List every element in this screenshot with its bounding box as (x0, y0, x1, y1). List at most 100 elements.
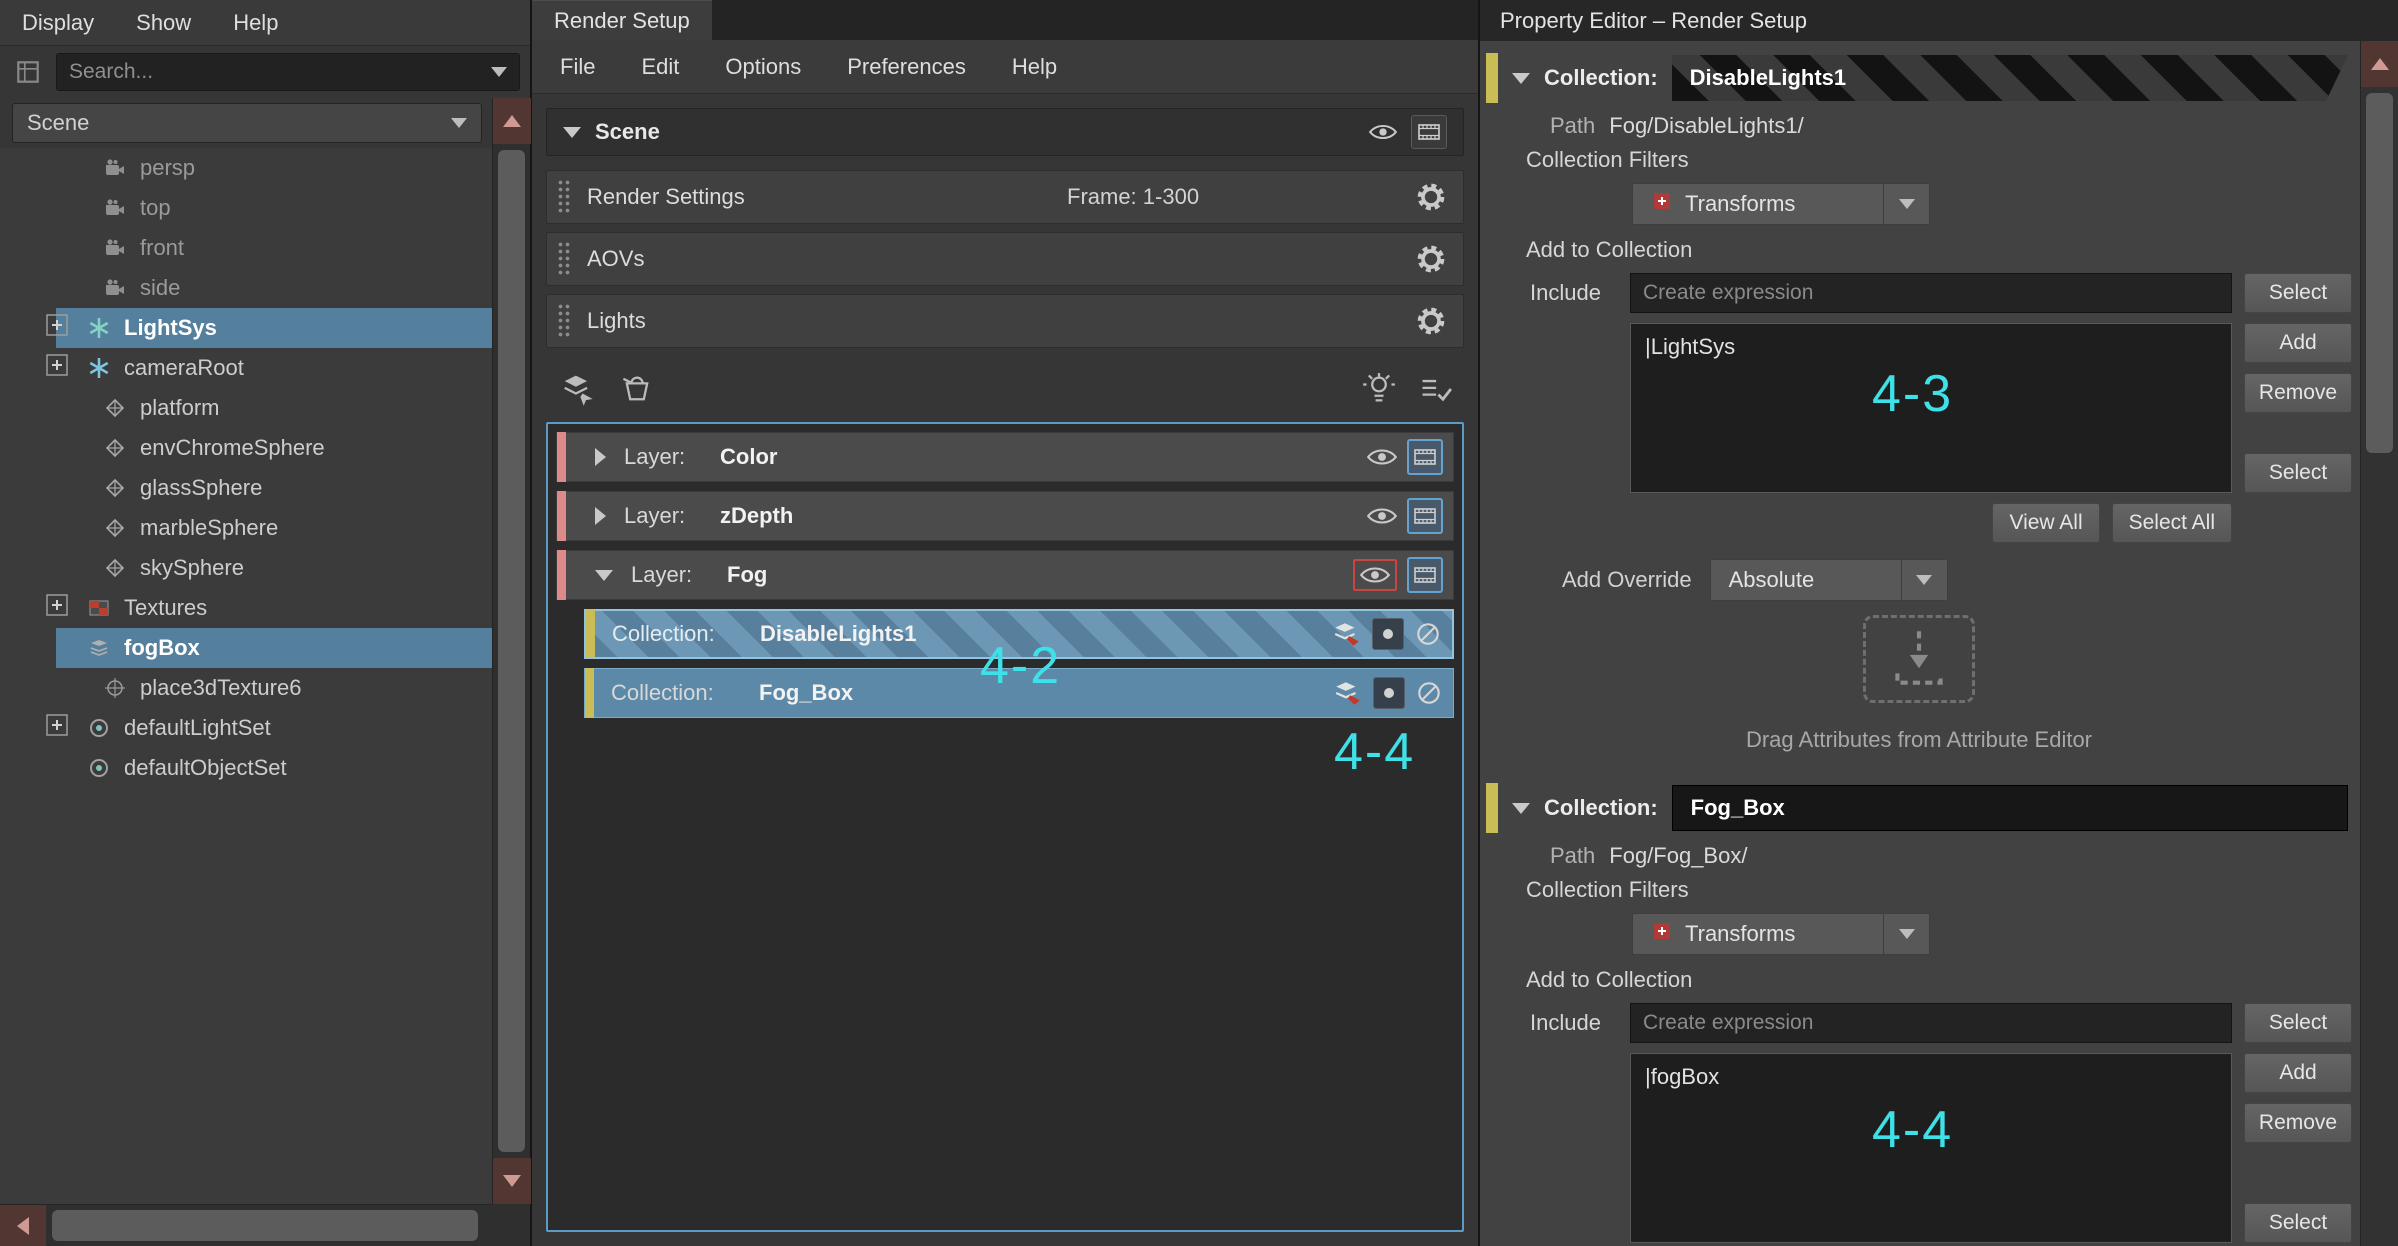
tree-item-cameraroot[interactable]: cameraRoot (0, 348, 492, 388)
menu-display[interactable]: Display (22, 10, 94, 36)
expression-input[interactable] (1630, 1003, 2232, 1043)
collection-name-field[interactable]: Fog_Box (1671, 785, 2348, 831)
scrollbar-thumb[interactable] (52, 1210, 478, 1241)
layer-row-zdepth[interactable]: Layer: zDepth (556, 491, 1454, 541)
create-collection-icon[interactable] (620, 372, 654, 406)
scroll-up-icon[interactable] (493, 98, 531, 144)
add-button[interactable]: Add (2244, 323, 2352, 363)
visible-layer-highlight[interactable] (1353, 559, 1397, 591)
collapse-arrow-icon[interactable] (563, 126, 581, 138)
drag-handle-icon[interactable] (557, 241, 571, 277)
menu-help[interactable]: Help (233, 10, 278, 36)
expand-plus-icon[interactable] (46, 314, 68, 342)
filter-type-dropdown[interactable]: Transforms (1632, 913, 1930, 955)
tree-item-textures[interactable]: Textures (0, 588, 492, 628)
tree-item-envchromesphere[interactable]: envChromeSphere (0, 428, 492, 468)
tree-item-skysphere[interactable]: skySphere (0, 548, 492, 588)
scrollbar-thumb[interactable] (498, 150, 525, 1152)
render-layer-icon[interactable] (1333, 680, 1363, 706)
view-all-button[interactable]: View All (1992, 503, 2100, 543)
list-item[interactable]: |fogBox (1645, 1064, 2217, 1090)
tree-item-defaultobjectset[interactable]: defaultObjectSet (0, 748, 492, 788)
isolate-icon[interactable] (1414, 620, 1442, 648)
checklist-icon[interactable] (1418, 372, 1452, 406)
renderable-film-icon[interactable] (1411, 115, 1447, 149)
drag-handle-icon[interactable] (557, 303, 571, 339)
outliner-filter-icon[interactable] (10, 54, 46, 90)
collapse-arrow-icon[interactable] (1512, 72, 1530, 84)
select-button[interactable]: Select (2244, 1203, 2352, 1243)
expression-input[interactable] (1630, 273, 2232, 313)
renderable-film-icon[interactable] (1407, 557, 1443, 593)
collapse-arrow-icon[interactable] (595, 569, 613, 581)
scene-filter-select[interactable]: Scene (12, 103, 482, 143)
override-mode-dropdown[interactable]: Absolute (1709, 559, 1948, 601)
scene-section-header[interactable]: Scene (546, 108, 1464, 156)
menu-file[interactable]: File (560, 54, 595, 80)
tree-item-platform[interactable]: platform (0, 388, 492, 428)
chevron-down-icon[interactable] (1900, 560, 1947, 600)
menu-options[interactable]: Options (725, 54, 801, 80)
scroll-down-icon[interactable] (493, 1158, 531, 1204)
expand-arrow-icon[interactable] (595, 507, 606, 525)
scrollbar-thumb[interactable] (2366, 93, 2393, 453)
search-field[interactable] (69, 60, 483, 84)
gear-icon[interactable] (1415, 181, 1447, 213)
lights-row[interactable]: Lights (546, 294, 1464, 348)
tree-item-place3dtexture6[interactable]: place3dTexture6 (0, 668, 492, 708)
collection-header[interactable]: Collection: DisableLights1 (1486, 53, 2352, 103)
remove-button[interactable]: Remove (2244, 1103, 2352, 1143)
tree-item-lightsys[interactable]: LightSys (0, 308, 492, 348)
select-all-button[interactable]: Select All (2111, 503, 2232, 543)
visibility-eye-icon[interactable] (1367, 505, 1397, 527)
enabled-toggle-icon[interactable] (1373, 677, 1405, 709)
tree-item-top[interactable]: top (0, 188, 492, 228)
aovs-row[interactable]: AOVs (546, 232, 1464, 286)
renderable-film-icon[interactable] (1407, 439, 1443, 475)
collection-name-field[interactable]: DisableLights1 (1672, 55, 2348, 101)
enabled-toggle-icon[interactable] (1372, 618, 1404, 650)
tree-item-marblesphere[interactable]: marbleSphere (0, 508, 492, 548)
light-editor-icon[interactable] (1362, 372, 1396, 406)
outliner-horizontal-scrollbar[interactable] (0, 1204, 492, 1246)
menu-edit[interactable]: Edit (641, 54, 679, 80)
layer-row-color[interactable]: Layer: Color (556, 432, 1454, 482)
select-button[interactable]: Select (2244, 1003, 2352, 1043)
gear-icon[interactable] (1415, 243, 1447, 275)
search-input[interactable] (56, 53, 520, 91)
expand-plus-icon[interactable] (46, 594, 68, 622)
search-dropdown-arrow-icon[interactable] (491, 67, 507, 77)
expand-plus-icon[interactable] (46, 714, 68, 742)
chevron-down-icon[interactable] (1883, 914, 1929, 954)
scroll-up-icon[interactable] (2361, 41, 2398, 87)
collection-header[interactable]: Collection: Fog_Box (1486, 783, 2352, 833)
tree-item-side[interactable]: side (0, 268, 492, 308)
menu-preferences[interactable]: Preferences (847, 54, 966, 80)
select-button[interactable]: Select (2244, 453, 2352, 493)
list-item[interactable]: |LightSys (1645, 334, 2217, 360)
create-render-layer-icon[interactable] (558, 372, 596, 406)
tree-item-fogbox[interactable]: fogBox (0, 628, 492, 668)
layer-row-fog[interactable]: Layer: Fog (556, 550, 1454, 600)
drag-handle-icon[interactable] (557, 179, 571, 215)
tree-item-persp[interactable]: persp (0, 148, 492, 188)
collapse-arrow-icon[interactable] (1512, 802, 1530, 814)
visibility-eye-icon[interactable] (1369, 122, 1397, 142)
outliner-vertical-scrollbar[interactable] (492, 98, 531, 1204)
menu-show[interactable]: Show (136, 10, 191, 36)
remove-button[interactable]: Remove (2244, 373, 2352, 413)
attribute-drop-zone[interactable] (1863, 615, 1975, 703)
gear-icon[interactable] (1415, 305, 1447, 337)
chevron-down-icon[interactable] (1883, 184, 1929, 224)
property-editor-scrollbar[interactable] (2360, 41, 2398, 1246)
expand-plus-icon[interactable] (46, 354, 68, 382)
tree-item-front[interactable]: front (0, 228, 492, 268)
renderable-film-icon[interactable] (1407, 498, 1443, 534)
render-settings-row[interactable]: Render Settings Frame: 1-300 (546, 170, 1464, 224)
render-layer-icon[interactable] (1332, 621, 1362, 647)
add-button[interactable]: Add (2244, 1053, 2352, 1093)
tree-item-glasssphere[interactable]: glassSphere (0, 468, 492, 508)
visibility-eye-icon[interactable] (1367, 446, 1397, 468)
expand-arrow-icon[interactable] (595, 448, 606, 466)
menu-help[interactable]: Help (1012, 54, 1057, 80)
